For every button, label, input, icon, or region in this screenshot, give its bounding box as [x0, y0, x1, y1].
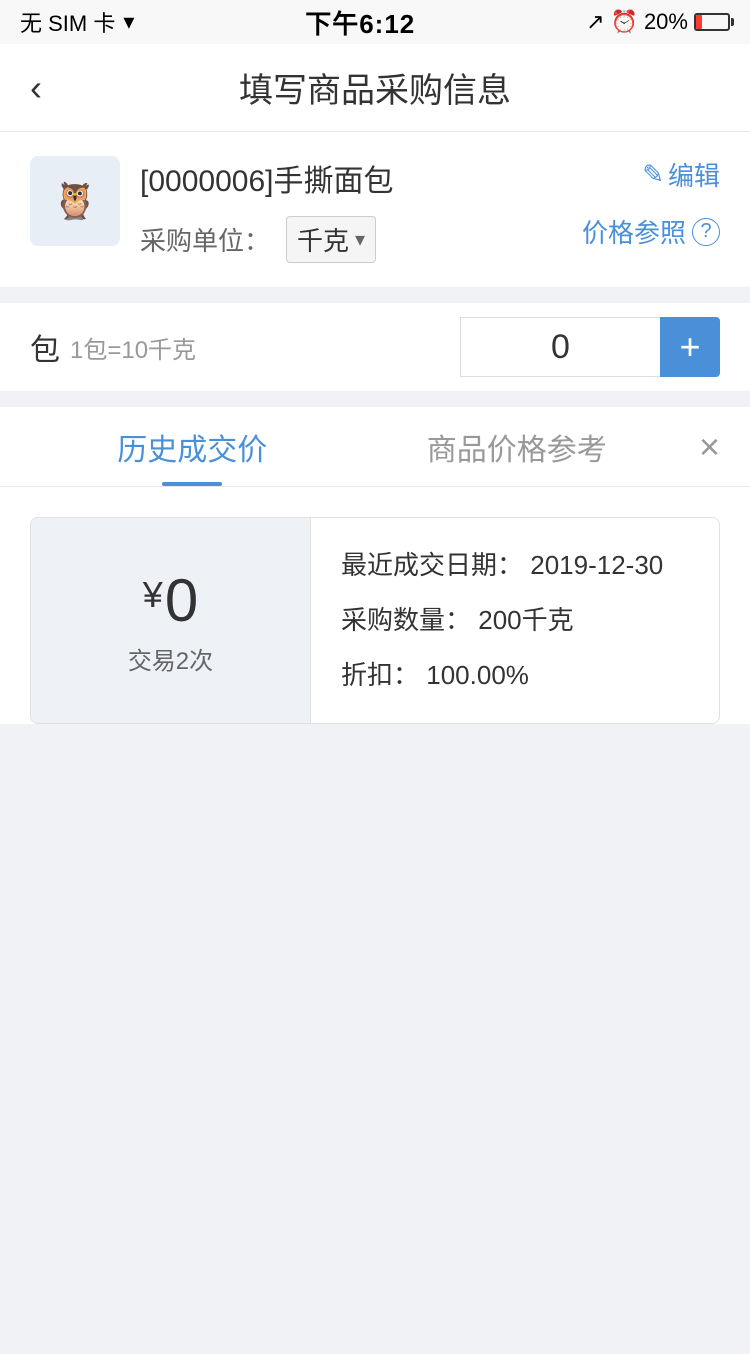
- product-info: [0000006]手撕面包 采购单位： 千克 ▾: [140, 156, 582, 263]
- time-display: 下午6:12: [305, 4, 415, 41]
- tab-header: 历史成交价 商品价格参考 ×: [0, 407, 750, 487]
- price-card: ¥ 0 交易2次 最近成交日期： 2019-12-30 采购数量： 200千克 …: [30, 517, 720, 724]
- product-name: [0000006]手撕面包: [140, 156, 582, 200]
- unit-value: 千克: [297, 221, 349, 258]
- recent-date-label: 最近成交日期：: [341, 550, 523, 580]
- purchase-qty-label: 采购数量：: [341, 605, 471, 635]
- main-content: [0, 754, 750, 1354]
- tab-history-label: 历史成交价: [117, 425, 267, 469]
- status-bar: 无 SIM 卡 ▾ 下午6:12 ↗ ⏰ 20%: [0, 0, 750, 44]
- quantity-input-group: +: [460, 317, 720, 377]
- tab-history-price[interactable]: 历史成交价: [30, 407, 354, 486]
- nav-bar: ‹ 填写商品采购信息: [0, 44, 750, 132]
- recent-date-row: 最近成交日期： 2019-12-30: [341, 546, 689, 585]
- price-currency: ¥: [143, 574, 163, 616]
- product-thumbnail: 🦉: [30, 156, 120, 246]
- purchase-qty-value: 200千克: [478, 605, 573, 635]
- battery-percent: 20%: [644, 9, 688, 35]
- location-icon: ↗: [586, 9, 604, 35]
- battery-fill: [696, 15, 702, 29]
- unit-label: 采购单位：: [140, 221, 270, 258]
- wifi-icon: ▾: [123, 9, 134, 35]
- discount-label: 折扣：: [341, 660, 419, 690]
- status-right: ↗ ⏰ 20%: [586, 9, 730, 35]
- dropdown-arrow-icon: ▾: [355, 227, 365, 252]
- product-left: 🦉 [0000006]手撕面包 采购单位： 千克 ▾: [30, 156, 582, 263]
- purchase-qty-row: 采购数量： 200千克: [341, 601, 689, 640]
- price-left-panel: ¥ 0 交易2次: [31, 518, 311, 723]
- edit-icon: ✎: [642, 159, 664, 190]
- price-ref-label: 价格参照: [582, 213, 686, 250]
- unit-sub: 1包=10千克: [70, 330, 196, 365]
- alarm-icon: ⏰: [611, 9, 638, 35]
- help-icon: ?: [692, 218, 720, 246]
- back-button[interactable]: ‹: [30, 67, 62, 109]
- price-ref-button[interactable]: 价格参照 ?: [582, 213, 720, 250]
- discount-row: 折扣： 100.00%: [341, 656, 689, 695]
- price-trades: 交易2次: [128, 641, 213, 676]
- edit-button[interactable]: ✎ 编辑: [642, 156, 720, 193]
- recent-date-value: 2019-12-30: [530, 550, 663, 580]
- status-left: 无 SIM 卡 ▾: [20, 6, 134, 38]
- price-value: 0: [165, 566, 198, 635]
- product-thumbnail-icon: 🦉: [53, 180, 98, 222]
- tab-reference-label: 商品价格参考: [427, 425, 607, 469]
- quantity-row: 包 1包=10千克 +: [0, 303, 750, 391]
- product-unit-row: 采购单位： 千克 ▾: [140, 216, 582, 263]
- battery-icon: [694, 13, 730, 31]
- unit-char: 包: [30, 325, 60, 369]
- tab-close-button[interactable]: ×: [679, 426, 720, 468]
- price-right-panel: 最近成交日期： 2019-12-30 采购数量： 200千克 折扣： 100.0…: [311, 518, 719, 723]
- quantity-plus-button[interactable]: +: [660, 317, 720, 377]
- price-amount: ¥ 0: [143, 566, 198, 635]
- quantity-label: 包 1包=10千克: [30, 325, 196, 369]
- unit-select[interactable]: 千克 ▾: [286, 216, 376, 263]
- quantity-input[interactable]: [460, 317, 660, 377]
- discount-value: 100.00%: [426, 660, 529, 690]
- carrier-text: 无 SIM 卡: [20, 6, 115, 38]
- edit-label: 编辑: [668, 156, 720, 193]
- page-title: 填写商品采购信息: [239, 63, 511, 112]
- product-header: 🦉 [0000006]手撕面包 采购单位： 千克 ▾ ✎ 编辑 价格参照: [30, 156, 720, 263]
- tab-panel: 历史成交价 商品价格参考 × ¥ 0 交易2次 最近成交日期： 2019-12-…: [0, 407, 750, 724]
- product-card: 🦉 [0000006]手撕面包 采购单位： 千克 ▾ ✎ 编辑 价格参照: [0, 132, 750, 287]
- tab-price-reference[interactable]: 商品价格参考: [354, 407, 678, 486]
- separator-1: [0, 287, 750, 303]
